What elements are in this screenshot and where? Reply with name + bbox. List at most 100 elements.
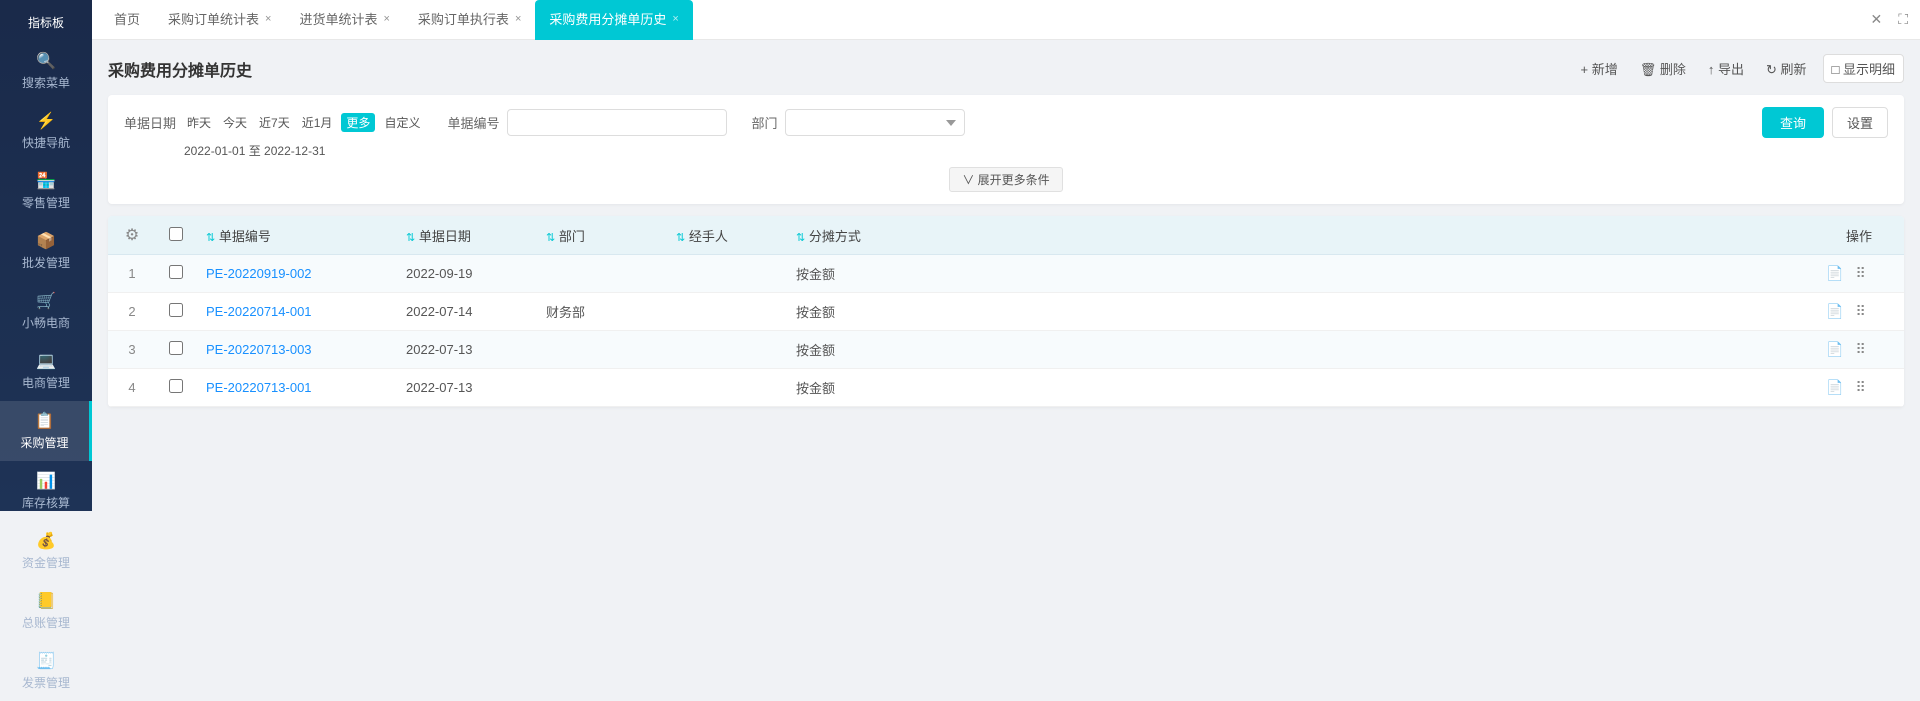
- tab-close-icon[interactable]: ×: [515, 13, 521, 25]
- tab-active-close-icon[interactable]: ×: [672, 13, 678, 25]
- row-more-button[interactable]: ⠿: [1853, 263, 1867, 284]
- sidebar-item-label: 快捷导航: [22, 134, 70, 151]
- table-row: 3 PE-20220713-003 2022-07-13 按金额 📄 ⠿: [108, 331, 1904, 369]
- col-checkbox: [156, 216, 196, 255]
- fullscreen-button[interactable]: ⛶: [1894, 9, 1912, 30]
- close-all-button[interactable]: ✕: [1866, 9, 1886, 30]
- sidebar-item-quicknav[interactable]: ⚡ 快捷导航: [0, 101, 92, 161]
- sidebar-item-label: 资金管理: [22, 554, 70, 571]
- sidebar-item-inventory[interactable]: 📊 库存核算: [0, 461, 92, 521]
- sidebar-item-ecommerce[interactable]: 💻 电商管理: [0, 341, 92, 401]
- tab-home[interactable]: 首页: [100, 0, 154, 40]
- col-handler[interactable]: ⇅ 经手人: [666, 216, 786, 255]
- col-actions: 操作: [1814, 216, 1904, 255]
- table-header-row: ⚙ ⇅ 单据编号 ⇅ 单据日期 ⇅ 部门 ⇅ 经手人 ⇅ 分摊方式 操作: [108, 216, 1904, 255]
- row-checkbox[interactable]: [156, 255, 196, 293]
- tab-close-icon[interactable]: ×: [265, 13, 271, 25]
- row-doc-no[interactable]: PE-20220713-003: [196, 331, 396, 369]
- delete-button[interactable]: 🗑 删除: [1634, 55, 1692, 82]
- row-edit-button[interactable]: 📄: [1824, 377, 1845, 398]
- row-method: 按金额: [786, 255, 1814, 293]
- row-date: 2022-07-14: [396, 293, 536, 331]
- row-more-button[interactable]: ⠿: [1853, 339, 1867, 360]
- filter-settings-button[interactable]: 设置: [1832, 107, 1888, 138]
- row-handler: [666, 293, 786, 331]
- doc-no-input[interactable]: [507, 109, 727, 136]
- dept-select[interactable]: 财务部: [785, 109, 965, 136]
- doc-no-link[interactable]: PE-20220714-001: [206, 304, 312, 319]
- row-doc-no[interactable]: PE-20220919-002: [196, 255, 396, 293]
- custom-shortcut[interactable]: 自定义: [381, 113, 423, 132]
- refresh-button[interactable]: ↻ 刷新: [1760, 55, 1813, 82]
- filter-area: 单据日期 昨天 今天 近7天 近1月 更多 自定义 单据编号: [108, 95, 1904, 204]
- today-shortcut[interactable]: 今天: [220, 113, 250, 132]
- row-select-checkbox[interactable]: [169, 303, 183, 317]
- expand-more-button[interactable]: ∨ 展开更多条件: [949, 167, 1062, 192]
- doc-no-link[interactable]: PE-20220713-001: [206, 380, 312, 395]
- row-edit-button[interactable]: 📄: [1824, 339, 1845, 360]
- row-doc-no[interactable]: PE-20220713-001: [196, 369, 396, 407]
- col-method[interactable]: ⇅ 分摊方式: [786, 216, 1814, 255]
- col-dept[interactable]: ⇅ 部门: [536, 216, 666, 255]
- sort-icon-handler: ⇅: [676, 232, 685, 244]
- date-filter: 单据日期 昨天 今天 近7天 近1月 更多 自定义: [124, 113, 423, 132]
- row-edit-button[interactable]: 📄: [1824, 301, 1845, 322]
- sort-icon-dept: ⇅: [546, 232, 555, 244]
- add-button[interactable]: + 新增: [1575, 55, 1624, 82]
- page-header: 采购费用分摊单历史 + 新增 🗑 删除 ↑ 导出 ↻ 刷新 □ 显示明细: [108, 54, 1904, 83]
- row-handler: [666, 255, 786, 293]
- sort-icon-doc: ⇅: [206, 232, 215, 244]
- purchase-icon: 📋: [35, 411, 55, 431]
- sidebar-item-retail[interactable]: 🏪 零售管理: [0, 161, 92, 221]
- row-select-checkbox[interactable]: [169, 265, 183, 279]
- row-select-checkbox[interactable]: [169, 379, 183, 393]
- yesterday-shortcut[interactable]: 昨天: [184, 113, 214, 132]
- sidebar-item-ledger[interactable]: 📒 总账管理: [0, 581, 92, 641]
- col-doc-no[interactable]: ⇅ 单据编号: [196, 216, 396, 255]
- table-body: 1 PE-20220919-002 2022-09-19 按金额 📄 ⠿ 2 P…: [108, 255, 1904, 407]
- sidebar-item-wholesale[interactable]: 📦 批发管理: [0, 221, 92, 281]
- row-checkbox[interactable]: [156, 331, 196, 369]
- tab-purchase-cost-history[interactable]: 采购费用分摊单历史 ×: [535, 0, 692, 40]
- show-columns-button[interactable]: □ 显示明细: [1823, 54, 1904, 83]
- ecommerce-icon: 💻: [36, 351, 56, 371]
- row-checkbox[interactable]: [156, 369, 196, 407]
- select-all-checkbox[interactable]: [169, 227, 183, 241]
- row-more-button[interactable]: ⠿: [1853, 377, 1867, 398]
- retail-icon: 🏪: [36, 171, 56, 191]
- row-checkbox[interactable]: [156, 293, 196, 331]
- row-more-button[interactable]: ⠿: [1853, 301, 1867, 322]
- row-edit-button[interactable]: 📄: [1824, 263, 1845, 284]
- sidebar-item-finance[interactable]: 💰 资金管理: [0, 521, 92, 581]
- row-method: 按金额: [786, 369, 1814, 407]
- export-button[interactable]: ↑ 导出: [1702, 55, 1750, 82]
- more-shortcut[interactable]: 更多: [341, 113, 375, 132]
- doc-no-link[interactable]: PE-20220919-002: [206, 266, 312, 281]
- ledger-icon: 📒: [36, 591, 56, 611]
- ecommerce-xiao-icon: 🛒: [36, 291, 56, 311]
- sidebar-item-invoice[interactable]: 🧾 发票管理: [0, 641, 92, 701]
- week-shortcut[interactable]: 近7天: [256, 113, 293, 132]
- col-gear[interactable]: ⚙: [108, 216, 156, 255]
- query-button[interactable]: 查询: [1762, 107, 1824, 138]
- inventory-icon: 📊: [36, 471, 56, 491]
- search-icon: 🔍: [36, 51, 56, 71]
- row-doc-no[interactable]: PE-20220714-001: [196, 293, 396, 331]
- sidebar-item-label: 电商管理: [22, 374, 70, 391]
- tab-purchase-cost-history-label: 采购费用分摊单历史: [549, 9, 666, 28]
- tab-purchase-order-stat[interactable]: 采购订单统计表 ×: [154, 0, 285, 40]
- sidebar-item-purchase[interactable]: 📋 采购管理: [0, 401, 92, 461]
- tab-purchase-order-exec[interactable]: 采购订单执行表 ×: [404, 0, 535, 40]
- month-shortcut[interactable]: 近1月: [299, 113, 336, 132]
- row-no: 3: [108, 331, 156, 369]
- col-date[interactable]: ⇅ 单据日期: [396, 216, 536, 255]
- sidebar-item-label: 搜索菜单: [22, 74, 70, 91]
- row-no: 1: [108, 255, 156, 293]
- sidebar-item-ecommerce-xiao[interactable]: 🛒 小畅电商: [0, 281, 92, 341]
- doc-no-link[interactable]: PE-20220713-003: [206, 342, 312, 357]
- row-select-checkbox[interactable]: [169, 341, 183, 355]
- tab-close-icon[interactable]: ×: [383, 13, 389, 25]
- table-row: 4 PE-20220713-001 2022-07-13 按金额 📄 ⠿: [108, 369, 1904, 407]
- sidebar-item-search[interactable]: 🔍 搜索菜单: [0, 41, 92, 101]
- tab-incoming-stat[interactable]: 进货单统计表 ×: [285, 0, 403, 40]
